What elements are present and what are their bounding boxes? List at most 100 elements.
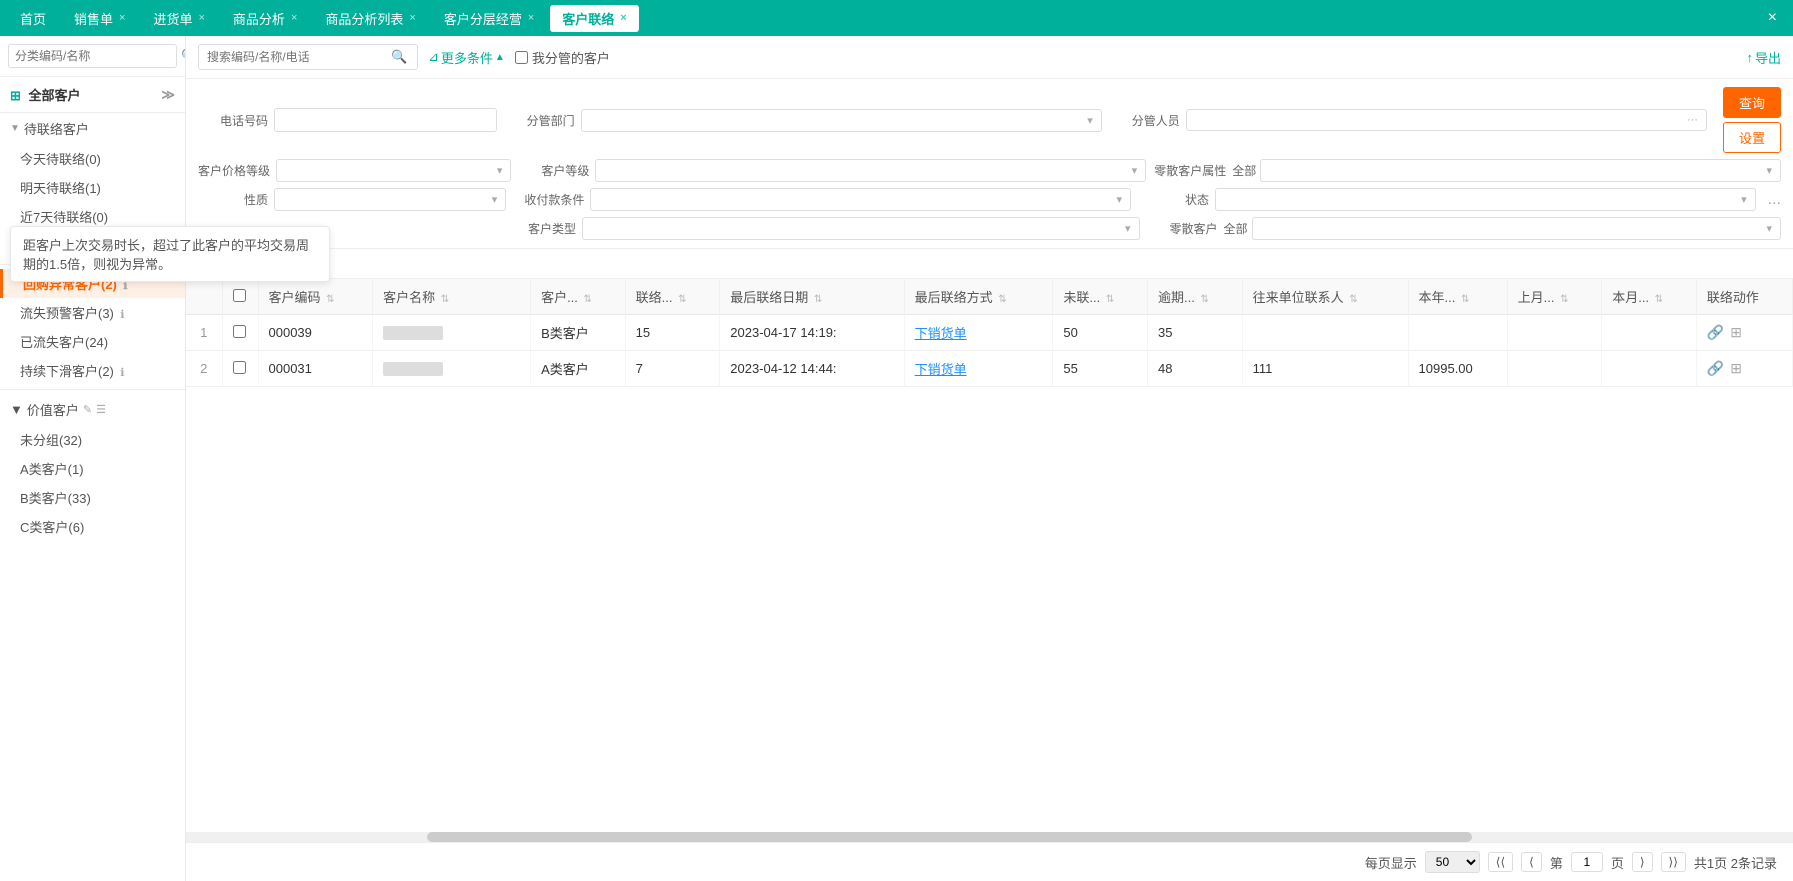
close-customer-contact-tab[interactable]: × bbox=[620, 12, 626, 24]
sidebar-item-classC[interactable]: C类客户(6) bbox=[0, 512, 185, 541]
close-customer-tier-tab[interactable]: × bbox=[528, 12, 534, 24]
row-2-link-icon[interactable]: 🔗 bbox=[1707, 360, 1724, 377]
col-code: 客户编码 ⇅ bbox=[258, 279, 373, 315]
row-1-overdue: 35 bbox=[1148, 315, 1243, 351]
status-label: 状态 bbox=[1139, 191, 1209, 208]
search-button[interactable]: 查询 bbox=[1723, 87, 1781, 118]
row-2-method-link[interactable]: 下销货单 bbox=[915, 362, 967, 377]
close-product-analysis-tab[interactable]: × bbox=[291, 12, 297, 24]
more-dots[interactable]: ... bbox=[1768, 191, 1781, 209]
sort-unreplied-icon[interactable]: ⇅ bbox=[1106, 294, 1114, 305]
sort-year-icon[interactable]: ⇅ bbox=[1461, 294, 1469, 305]
sort-name-icon[interactable]: ⇅ bbox=[441, 294, 449, 305]
sort-code-icon[interactable]: ⇅ bbox=[326, 294, 334, 305]
row-2-method: 下销货单 bbox=[904, 351, 1053, 387]
prev-page-btn[interactable]: ⟨ bbox=[1521, 852, 1542, 872]
filter-customer-type-field: 客户类型 ▾ bbox=[506, 217, 1140, 240]
sidebar-pending-contact-group[interactable]: ▼ 待联络客户 bbox=[0, 113, 185, 144]
retail-select[interactable]: ▾ bbox=[1252, 217, 1781, 240]
last-page-btn[interactable]: ⟩⟩ bbox=[1661, 852, 1686, 872]
nav-product-analysis[interactable]: 商品分析 × bbox=[221, 5, 309, 32]
more-conditions-btn[interactable]: ⊿ 更多条件 ▲ bbox=[428, 48, 505, 67]
dept-select[interactable]: ▾ bbox=[581, 109, 1102, 132]
sidebar-item-classB[interactable]: B类客户(33) bbox=[0, 483, 185, 512]
nav-home[interactable]: 首页 bbox=[8, 5, 58, 32]
row-1-lastmonth bbox=[1507, 315, 1602, 351]
next-page-btn[interactable]: ⟩ bbox=[1632, 852, 1653, 872]
window-close-button[interactable]: × bbox=[1760, 5, 1785, 31]
nav-sales[interactable]: 销售单 × bbox=[62, 5, 137, 32]
sidebar-value-customer-group[interactable]: ▼ 价值客户 ✎ ☰ bbox=[0, 394, 185, 425]
retail-attr-select[interactable]: ▾ bbox=[1260, 159, 1781, 182]
nav-product-list[interactable]: 商品分析列表 × bbox=[313, 5, 427, 32]
row-2-date: 2023-04-12 14:44: bbox=[720, 351, 904, 387]
search-icon-main[interactable]: 🔍 bbox=[391, 49, 407, 65]
my-customers-checkbox-label[interactable]: 我分管的客户 bbox=[515, 48, 610, 67]
col-name: 客户名称 ⇅ bbox=[373, 279, 531, 315]
sidebar-item-today[interactable]: 今天待联络(0) bbox=[0, 144, 185, 173]
edit-icon[interactable]: ✎ bbox=[83, 403, 92, 416]
close-sales-tab[interactable]: × bbox=[119, 12, 125, 24]
page-label: 第 bbox=[1550, 853, 1563, 872]
row-1-select[interactable] bbox=[233, 325, 246, 338]
sort-lastmonth-icon[interactable]: ⇅ bbox=[1560, 294, 1568, 305]
gender-select[interactable]: ▾ bbox=[274, 188, 506, 211]
my-customers-checkbox[interactable] bbox=[515, 51, 528, 64]
retail-attr-arrow: ▾ bbox=[1766, 164, 1772, 177]
payment-select[interactable]: ▾ bbox=[590, 188, 1131, 211]
row-1-link-icon[interactable]: 🔗 bbox=[1707, 324, 1724, 341]
price-level-select[interactable]: ▾ bbox=[276, 159, 511, 182]
row-1-name-blurred bbox=[383, 326, 443, 340]
row-1-method-link[interactable]: 下销货单 bbox=[915, 326, 967, 341]
sort-date-icon[interactable]: ⇅ bbox=[814, 294, 822, 305]
col-this-year: 本年... ⇅ bbox=[1408, 279, 1507, 315]
sort-method-icon[interactable]: ⇅ bbox=[998, 294, 1006, 305]
nav-customer-contact[interactable]: 客户联络 × bbox=[550, 5, 638, 32]
customer-type-select[interactable]: ▾ bbox=[582, 217, 1140, 240]
row-2-name-blurred bbox=[383, 362, 443, 376]
filter-row-1: 电话号码 分管部门 ▾ 分管人员 ··· bbox=[198, 87, 1781, 153]
settings-button[interactable]: 设置 bbox=[1723, 122, 1781, 153]
row-2-grid-icon[interactable]: ⊞ bbox=[1730, 360, 1742, 377]
sort-unit-icon[interactable]: ⇅ bbox=[1349, 294, 1357, 305]
nav-purchase[interactable]: 进货单 × bbox=[141, 5, 216, 32]
row-2-name bbox=[373, 351, 531, 387]
sidebar-item-continuous-decline[interactable]: 持续下滑客户(2) ℹ bbox=[0, 356, 185, 385]
row-2-select[interactable] bbox=[233, 361, 246, 374]
row-2-unreplied: 55 bbox=[1053, 351, 1148, 387]
scrollbar-thumb[interactable] bbox=[427, 832, 1472, 842]
sidebar-item-already-lost[interactable]: 已流失客户(24) bbox=[0, 327, 185, 356]
manager-select[interactable]: ··· bbox=[1186, 109, 1707, 131]
sort-type-icon[interactable]: ⇅ bbox=[584, 294, 592, 305]
sidebar-item-classA[interactable]: A类客户(1) bbox=[0, 454, 185, 483]
status-select[interactable]: ▾ bbox=[1215, 188, 1756, 211]
row-2-checkbox bbox=[222, 351, 258, 387]
export-button[interactable]: ↑ 导出 bbox=[1746, 48, 1781, 67]
search-input[interactable] bbox=[207, 50, 387, 64]
sidebar-item-lost-preview[interactable]: 流失预警客户(3) ℹ bbox=[0, 298, 185, 327]
row-1-actions: 🔗 ⊞ bbox=[1696, 315, 1792, 351]
customer-level-select[interactable]: ▾ bbox=[595, 159, 1146, 182]
nav-customer-tier[interactable]: 客户分层经营 × bbox=[432, 5, 546, 32]
select-all-checkbox[interactable] bbox=[233, 289, 246, 302]
filter-manager-field: 分管人员 ··· bbox=[1110, 109, 1707, 131]
sort-contact-icon[interactable]: ⇅ bbox=[678, 294, 686, 305]
col-customer-type: 客户... ⇅ bbox=[531, 279, 626, 315]
sort-overdue-icon[interactable]: ⇅ bbox=[1200, 294, 1208, 305]
page-input[interactable] bbox=[1571, 852, 1603, 872]
phone-input[interactable] bbox=[274, 108, 497, 132]
sidebar-item-ungrouped[interactable]: 未分组(32) bbox=[0, 425, 185, 454]
first-page-btn[interactable]: ⟨⟨ bbox=[1488, 852, 1513, 872]
edit-icon-2[interactable]: ☰ bbox=[96, 403, 106, 416]
row-1-grid-icon[interactable]: ⊞ bbox=[1730, 324, 1742, 341]
close-purchase-tab[interactable]: × bbox=[198, 12, 204, 24]
sidebar-item-tomorrow[interactable]: 明天待联络(1) bbox=[0, 173, 185, 202]
horizontal-scrollbar[interactable] bbox=[186, 832, 1793, 842]
chevron-down-icon: ▲ bbox=[495, 52, 505, 63]
per-page-select[interactable]: 50 20 100 bbox=[1425, 851, 1480, 873]
dept-select-arrow: ▾ bbox=[1087, 114, 1093, 127]
sidebar-search-input[interactable] bbox=[8, 44, 177, 68]
close-product-list-tab[interactable]: × bbox=[409, 12, 415, 24]
sidebar-collapse-icon[interactable]: ≫ bbox=[161, 87, 175, 103]
sort-thismonth-icon[interactable]: ⇅ bbox=[1655, 294, 1663, 305]
